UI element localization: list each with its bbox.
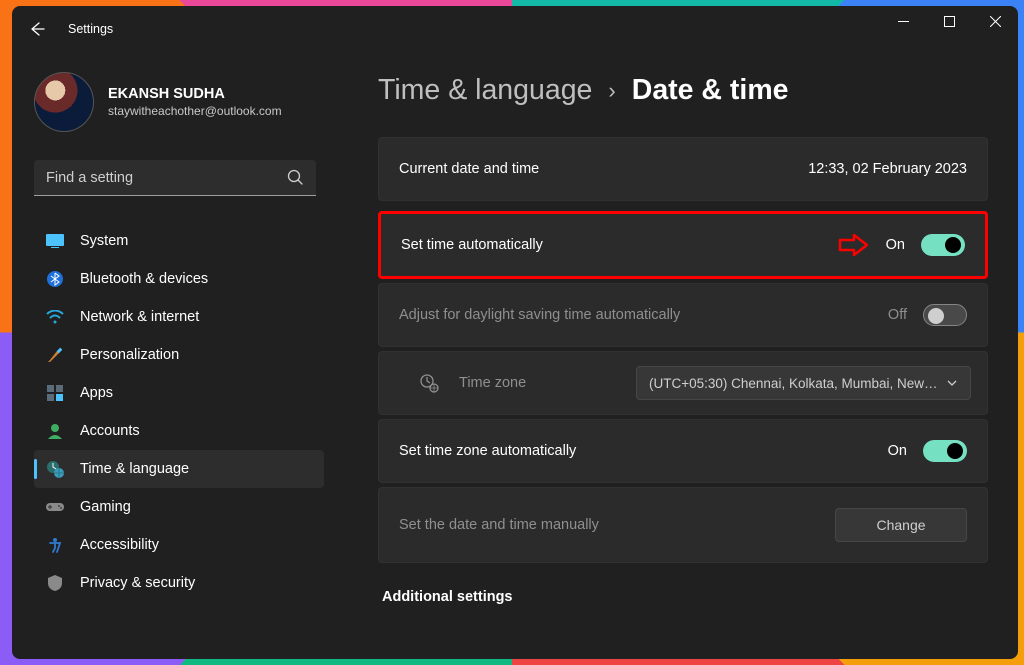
dst-toggle[interactable] [923, 304, 967, 326]
search-input[interactable] [34, 160, 316, 196]
profile-email: staywitheachother@outlook.com [108, 104, 282, 118]
timezone-card: Time zone (UTC+05:30) Chennai, Kolkata, … [378, 351, 988, 415]
additional-settings-heading: Additional settings [378, 589, 988, 605]
sidebar-item-label: Time & language [80, 461, 189, 477]
card-label: Set time automatically [401, 237, 543, 253]
set-time-auto-toggle[interactable] [921, 234, 965, 256]
change-button[interactable]: Change [835, 508, 967, 542]
set-manual-card: Set the date and time manually Change [378, 487, 988, 563]
breadcrumb: Time & language › Date & time [378, 74, 988, 107]
toggle-knob [945, 237, 961, 253]
card-label: Set the date and time manually [399, 517, 599, 533]
chevron-right-icon: › [608, 78, 615, 104]
sidebar: EKANSH SUDHA staywitheachother@outlook.c… [12, 52, 332, 659]
titlebar-left: Settings [28, 6, 113, 52]
profile-text: EKANSH SUDHA staywitheachother@outlook.c… [108, 86, 282, 118]
main: Time & language › Date & time Current da… [332, 52, 1018, 659]
sidebar-item-apps[interactable]: Apps [34, 374, 324, 412]
titlebar: Settings [12, 6, 1018, 52]
breadcrumb-parent[interactable]: Time & language [378, 74, 592, 107]
sidebar-item-bluetooth[interactable]: Bluetooth & devices [34, 260, 324, 298]
close-button[interactable] [972, 6, 1018, 36]
sidebar-item-label: System [80, 233, 128, 249]
shield-icon [46, 574, 64, 592]
sidebar-item-label: Apps [80, 385, 113, 401]
sidebar-item-time-language[interactable]: Time & language [34, 450, 324, 488]
sidebar-item-label: Personalization [80, 347, 179, 363]
sidebar-item-label: Bluetooth & devices [80, 271, 208, 287]
maximize-button[interactable] [926, 6, 972, 36]
bluetooth-icon [46, 270, 64, 288]
current-datetime-value: 12:33, 02 February 2023 [808, 161, 967, 177]
avatar [34, 72, 94, 132]
sidebar-item-network[interactable]: Network & internet [34, 298, 324, 336]
set-timezone-auto-toggle[interactable] [923, 440, 967, 462]
wifi-icon [46, 308, 64, 326]
chevron-down-icon [946, 377, 958, 389]
app-title: Settings [68, 22, 113, 36]
annotation-arrow-icon [838, 234, 868, 256]
card-label: Current date and time [399, 161, 539, 177]
profile-name: EKANSH SUDHA [108, 86, 282, 102]
button-label: Change [876, 517, 925, 533]
set-timezone-auto-card: Set time zone automatically On [378, 419, 988, 483]
sidebar-item-label: Accounts [80, 423, 140, 439]
toggle-knob [947, 443, 963, 459]
nav: System Bluetooth & devices Network & int… [34, 222, 324, 602]
accounts-icon [46, 422, 64, 440]
back-arrow-icon [29, 21, 45, 37]
sidebar-item-accounts[interactable]: Accounts [34, 412, 324, 450]
paintbrush-icon [46, 346, 64, 364]
system-icon [46, 232, 64, 250]
sidebar-item-personalization[interactable]: Personalization [34, 336, 324, 374]
search-icon [286, 168, 304, 186]
sidebar-item-privacy[interactable]: Privacy & security [34, 564, 324, 602]
sidebar-item-system[interactable]: System [34, 222, 324, 260]
dropdown-value: (UTC+05:30) Chennai, Kolkata, Mumbai, Ne… [649, 376, 938, 391]
timezone-dropdown[interactable]: (UTC+05:30) Chennai, Kolkata, Mumbai, Ne… [636, 366, 971, 400]
accessibility-icon [46, 536, 64, 554]
sidebar-item-accessibility[interactable]: Accessibility [34, 526, 324, 564]
current-datetime-card: Current date and time 12:33, 02 February… [378, 137, 988, 201]
minimize-icon [898, 16, 909, 27]
minimize-button[interactable] [880, 6, 926, 36]
toggle-state-label: On [888, 443, 907, 459]
gaming-icon [46, 498, 64, 516]
card-label: Set time zone automatically [399, 443, 576, 459]
apps-icon [46, 384, 64, 402]
window-controls [880, 6, 1018, 52]
breadcrumb-current: Date & time [632, 74, 789, 107]
dst-card: Adjust for daylight saving time automati… [378, 283, 988, 347]
sidebar-item-label: Gaming [80, 499, 131, 515]
sidebar-item-label: Privacy & security [80, 575, 195, 591]
toggle-state-label: Off [888, 307, 907, 323]
settings-window: Settings EKANSH SUDHA staywitheachother@… [12, 6, 1018, 659]
card-label: Adjust for daylight saving time automati… [399, 307, 680, 323]
search-wrap [34, 160, 316, 196]
sidebar-item-label: Network & internet [80, 309, 199, 325]
set-time-auto-card: Set time automatically On [378, 211, 988, 279]
profile-block[interactable]: EKANSH SUDHA staywitheachother@outlook.c… [34, 72, 324, 132]
clock-globe-icon [46, 460, 64, 478]
close-icon [990, 16, 1001, 27]
maximize-icon [944, 16, 955, 27]
timezone-icon [419, 373, 439, 393]
settings-cards: Current date and time 12:33, 02 February… [378, 137, 988, 563]
back-button[interactable] [28, 20, 46, 38]
body: EKANSH SUDHA staywitheachother@outlook.c… [12, 52, 1018, 659]
toggle-knob [928, 308, 944, 324]
toggle-state-label: On [886, 237, 905, 253]
sidebar-item-label: Accessibility [80, 537, 159, 553]
sidebar-item-gaming[interactable]: Gaming [34, 488, 324, 526]
card-label: Time zone [459, 375, 526, 391]
